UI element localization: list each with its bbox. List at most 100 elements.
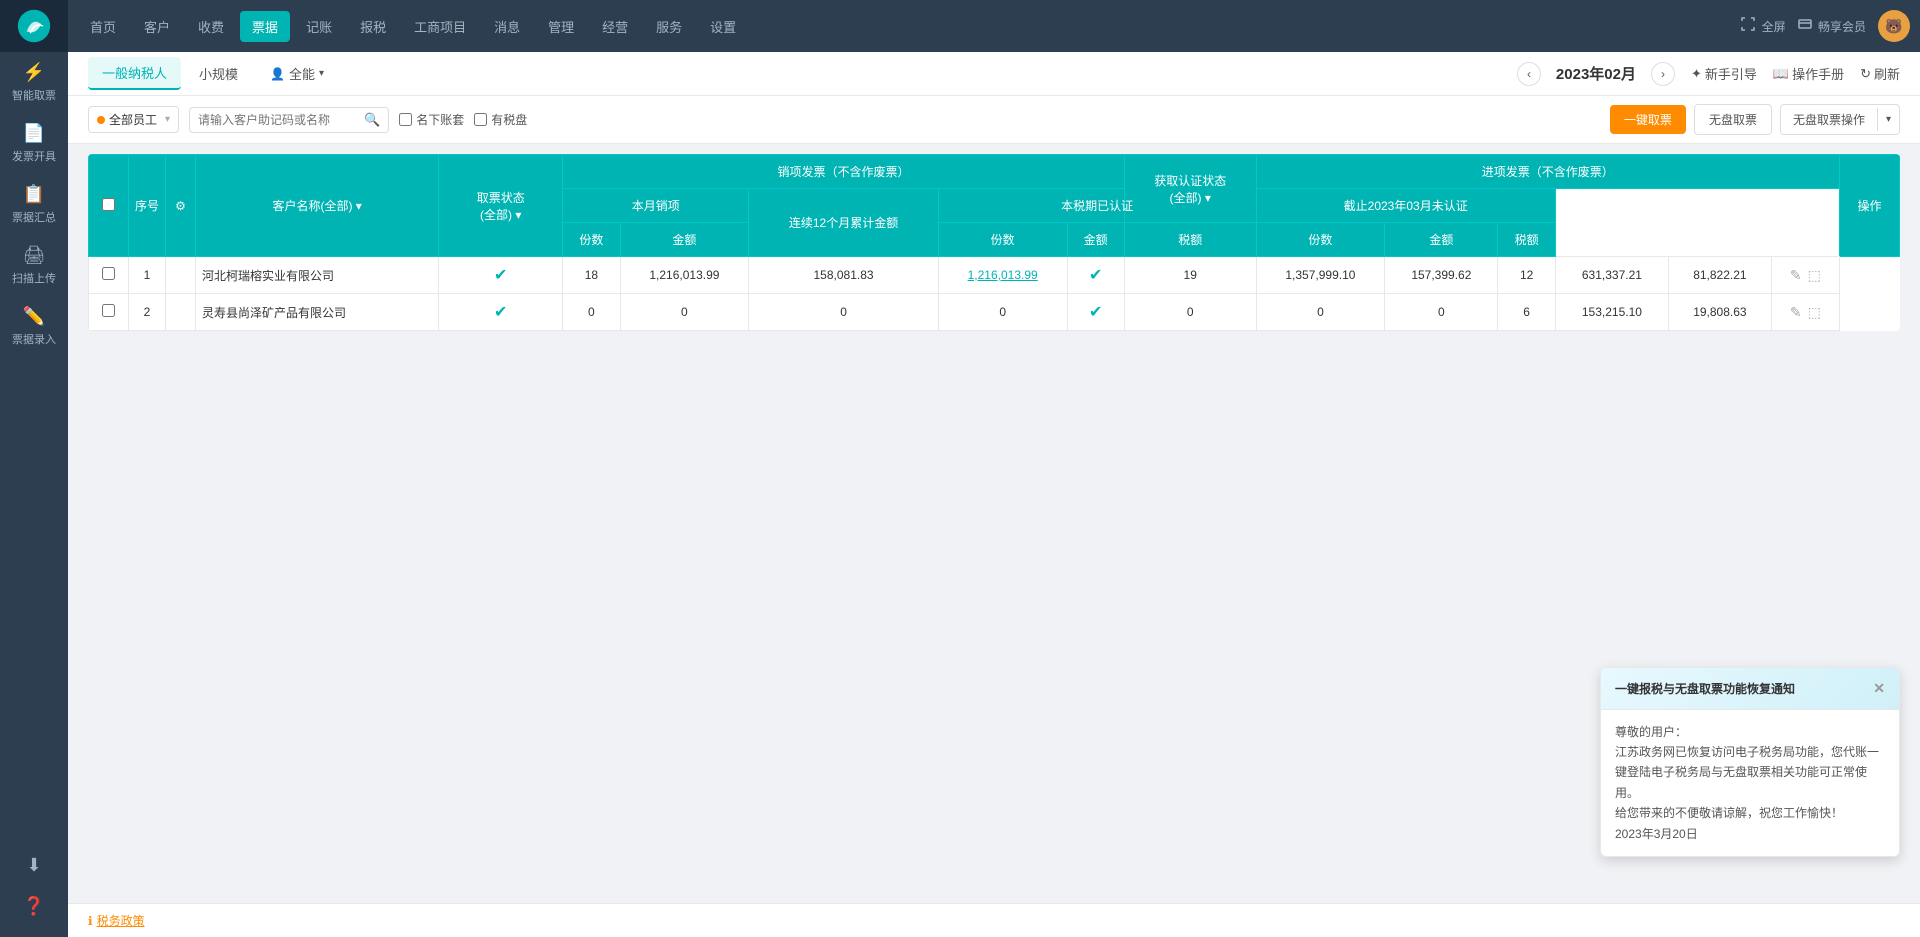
search-input[interactable] <box>198 113 358 127</box>
notification-line: 尊敬的用户： <box>1615 722 1885 742</box>
sidebar-logo[interactable] <box>0 0 68 52</box>
nav-manage[interactable]: 管理 <box>536 11 586 42</box>
no-disk-ops-main-btn[interactable]: 无盘取票操作 <box>1781 105 1877 134</box>
cell-checkbox <box>89 257 129 294</box>
cell-fetch-status: ✔ <box>439 294 563 331</box>
no-disk-fetch-btn[interactable]: 无盘取票 <box>1694 104 1772 135</box>
row-checkbox[interactable] <box>102 267 115 280</box>
action-icons: ✎ ⬚ <box>1778 304 1833 321</box>
help-icon: ❓ <box>23 896 45 917</box>
cell-sales-tax: 0 <box>749 294 939 331</box>
cumulative-link[interactable]: 1,216,013.99 <box>968 268 1038 282</box>
cell-sales-count: 18 <box>563 257 620 294</box>
one-click-fetch-btn[interactable]: 一键取票 <box>1610 105 1686 134</box>
sidebar-item-label: 票据汇总 <box>12 209 56 225</box>
select-all-checkbox[interactable] <box>102 198 115 211</box>
th-action: 操作 <box>1840 155 1900 257</box>
cell-certified-count: 19 <box>1124 257 1256 294</box>
subscribed-checkbox[interactable] <box>399 113 412 126</box>
fetch-status-icon: ✔ <box>494 267 507 284</box>
table-row: 2 灵寿县尚泽矿产品有限公司 ✔ 0 0 0 0 ✔ 0 0 0 6 153,2… <box>89 294 1900 331</box>
notification-line: 用。 <box>1615 783 1885 803</box>
invoice-table: 序号 ⚙ 客户名称(全部) ▾ 取票状态(全部) ▾ 销项发票（不含作废票） 获… <box>88 154 1900 331</box>
new-guide-btn[interactable]: ✦ 新手引导 <box>1691 64 1757 83</box>
sidebar: ⚡ 智能取票 📄 发票开具 📋 票据汇总 🖨 扫描上传 ✏️ 票据录入 ⬇ ❓ <box>0 0 68 937</box>
notification-title: 一键报税与无盘取票功能恢复通知 <box>1615 680 1795 697</box>
nav-accounting[interactable]: 记账 <box>294 11 344 42</box>
cell-uncertified-amount: 153,215.10 <box>1555 294 1668 331</box>
cell-uncertified-tax: 19,808.63 <box>1668 294 1771 331</box>
cell-cumulative: 0 <box>938 294 1067 331</box>
cell-certified-tax: 0 <box>1385 294 1498 331</box>
row-checkbox[interactable] <box>102 304 115 317</box>
view-action-icon[interactable]: ⬚ <box>1808 267 1821 284</box>
notification-popup: 一键报税与无盘取票功能恢复通知 ✕ 尊敬的用户：江苏政务网已恢复访问电子税务局功… <box>1600 667 1900 857</box>
chevron-down-icon: ▾ <box>319 68 324 79</box>
nav-invoice[interactable]: 票据 <box>240 11 290 42</box>
date-prev-btn[interactable]: ‹ <box>1517 62 1541 86</box>
member-btn[interactable]: 畅享会员 <box>1798 17 1866 35</box>
cell-sales-count: 0 <box>563 294 620 331</box>
notification-line: 2023年3月20日 <box>1615 824 1885 844</box>
no-disk-ops-split: 无盘取票操作 ▾ <box>1780 104 1900 135</box>
sidebar-item-invoice-open[interactable]: 📄 发票开具 <box>0 113 68 174</box>
th-customer: 客户名称(全部) ▾ <box>196 155 439 257</box>
avatar[interactable]: 🐻 <box>1878 10 1910 42</box>
nav-operation[interactable]: 经营 <box>590 11 640 42</box>
notification-line: 给您带来的不便敬请谅解，祝您工作愉快！ <box>1615 803 1885 823</box>
nav-billing[interactable]: 收费 <box>186 11 236 42</box>
cell-settings <box>166 257 196 294</box>
nav-settings[interactable]: 设置 <box>698 11 748 42</box>
taxed-checkbox[interactable] <box>474 113 487 126</box>
th-checkbox <box>89 155 129 257</box>
view-action-icon[interactable]: ⬚ <box>1808 304 1821 321</box>
sidebar-item-invoice-entry[interactable]: ✏️ 票据录入 <box>0 296 68 357</box>
date-next-btn[interactable]: › <box>1651 62 1675 86</box>
sidebar-item-scan-upload[interactable]: 🖨 扫描上传 <box>0 235 68 296</box>
taxed-label: 有税盘 <box>491 111 527 128</box>
nav-message[interactable]: 消息 <box>482 11 532 42</box>
employee-select[interactable]: 全部员工 ▾ <box>88 106 179 133</box>
nav-customer[interactable]: 客户 <box>132 11 182 42</box>
th-sales-invoice: 销项发票（不含作废票） <box>563 155 1125 189</box>
action-icons: ✎ ⬚ <box>1778 267 1833 284</box>
th-sales-count: 份数 <box>563 223 620 257</box>
nav-business[interactable]: 工商项目 <box>402 11 478 42</box>
nav-tax[interactable]: 报税 <box>348 11 398 42</box>
th-uncertified-tax: 税额 <box>1498 223 1555 257</box>
employee-select-label: 全部员工 <box>109 111 157 128</box>
notification-header: 一键报税与无盘取票功能恢复通知 ✕ <box>1601 668 1899 710</box>
tab-bar: 一般纳税人 小规模 👤 全能 ▾ ‹ 2023年02月 › ✦ 新手引导 <box>68 52 1920 96</box>
th-certified-tax: 税额 <box>1124 223 1256 257</box>
fullscreen-btn[interactable]: 全屏 <box>1741 17 1785 35</box>
search-box: 🔍 <box>189 107 389 133</box>
tab-general-taxpayer[interactable]: 一般纳税人 <box>88 57 181 90</box>
sidebar-item-smart-fetch[interactable]: ⚡ 智能取票 <box>0 52 68 113</box>
notification-close-btn[interactable]: ✕ <box>1873 680 1885 697</box>
chevron-down-icon: ▾ <box>165 114 170 125</box>
refresh-btn[interactable]: ↻ 刷新 <box>1860 64 1900 83</box>
cell-checkbox <box>89 294 129 331</box>
cell-sales-amount: 0 <box>620 294 749 331</box>
edit-action-icon[interactable]: ✎ <box>1790 304 1802 321</box>
sidebar-item-help[interactable]: ❓ <box>0 886 68 927</box>
sidebar-item-invoice-summary[interactable]: 📋 票据汇总 <box>0 174 68 235</box>
search-icon[interactable]: 🔍 <box>364 112 380 128</box>
manual-btn[interactable]: 📖 操作手册 <box>1773 64 1844 83</box>
subscribed-checkbox-label[interactable]: 名下账套 <box>399 111 464 128</box>
nav-home[interactable]: 首页 <box>78 11 128 42</box>
tab-label: 小规模 <box>199 64 238 83</box>
person-icon: 👤 <box>270 67 285 81</box>
footer-text[interactable]: 税务政策 <box>97 912 145 929</box>
tab-all[interactable]: 👤 全能 ▾ <box>256 58 338 89</box>
tab-small-scale[interactable]: 小规模 <box>185 58 252 89</box>
sidebar-bottom: ⬇ ❓ <box>0 845 68 937</box>
taxed-checkbox-label[interactable]: 有税盘 <box>474 111 527 128</box>
no-disk-ops-dropdown-btn[interactable]: ▾ <box>1877 108 1899 131</box>
nav-service[interactable]: 服务 <box>644 11 694 42</box>
sidebar-item-label: 智能取票 <box>12 87 56 103</box>
sidebar-item-download[interactable]: ⬇ <box>0 845 68 886</box>
edit-action-icon[interactable]: ✎ <box>1790 267 1802 284</box>
notification-line: 江苏政务网已恢复访问电子税务局功能，您代账一 <box>1615 742 1885 762</box>
th-settings: ⚙ <box>166 155 196 257</box>
